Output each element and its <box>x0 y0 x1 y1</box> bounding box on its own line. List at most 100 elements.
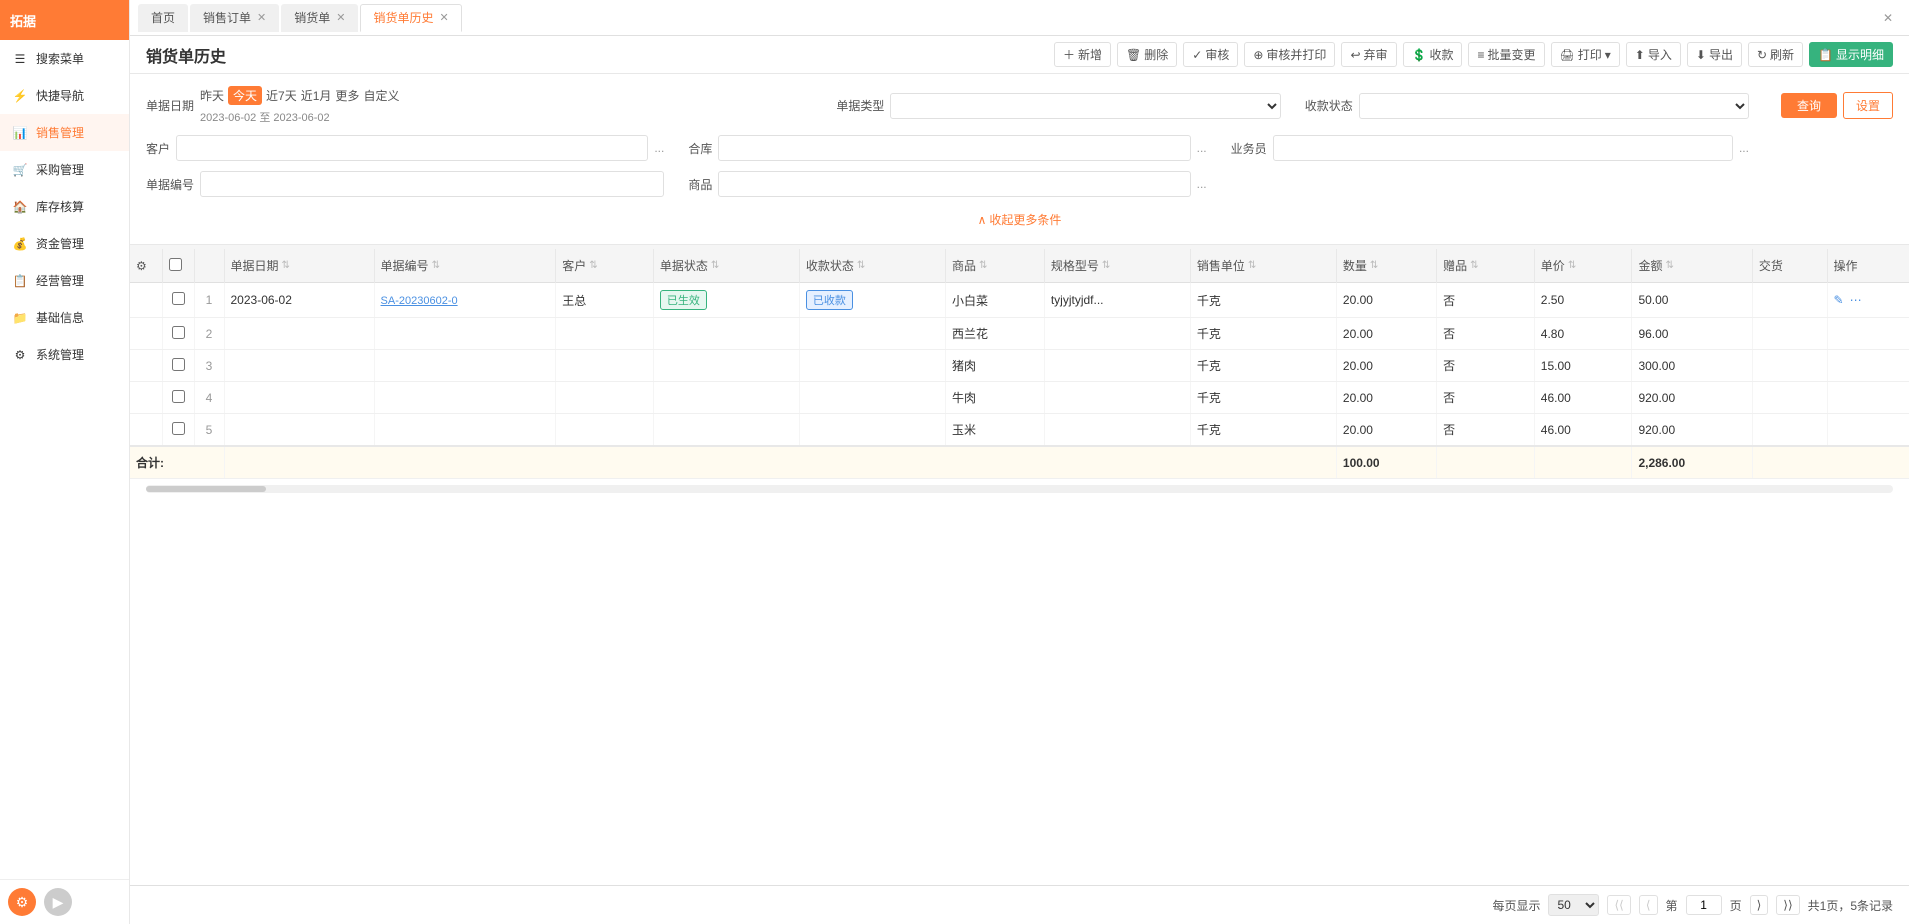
delete-button[interactable]: 🗑 删除 <box>1117 42 1177 67</box>
row-checkbox[interactable] <box>172 358 185 371</box>
date-shortcut-1month[interactable]: 近1月 <box>301 87 332 104</box>
abandon-button[interactable]: ↩ 弃审 <box>1341 42 1396 67</box>
config-icon[interactable]: ⚙ <box>136 259 147 273</box>
tab-sales-history-close[interactable]: ✕ <box>440 11 449 24</box>
tab-sales-order[interactable]: 销售订单 ✕ <box>190 4 279 32</box>
sales-mgmt-icon: 📊 <box>12 125 28 141</box>
set-button[interactable]: 设置 <box>1843 92 1893 119</box>
sidebar-item-search-menu[interactable]: ☰ 搜索菜单 <box>0 40 129 77</box>
row-quantity: 20.00 <box>1336 318 1436 350</box>
row-checkbox[interactable] <box>172 326 185 339</box>
operation-mgmt-icon: 📋 <box>12 273 28 289</box>
col-gift-sort[interactable]: ⇅ <box>1470 260 1478 271</box>
select-all-checkbox[interactable] <box>169 258 182 271</box>
row-trade <box>1752 318 1827 350</box>
collect-button[interactable]: 💲 收款 <box>1403 42 1463 67</box>
sidebar-item-quick-nav[interactable]: ⚡ 快捷导航 <box>0 77 129 114</box>
row-checkbox[interactable] <box>172 292 185 305</box>
filter-goods-input[interactable] <box>718 171 1190 197</box>
date-shortcut-custom[interactable]: 自定义 <box>363 87 399 104</box>
col-goods-sort[interactable]: ⇅ <box>979 260 987 271</box>
query-button[interactable]: 查询 <box>1781 93 1837 118</box>
sidebar-item-operation-mgmt[interactable]: 📋 经营管理 <box>0 262 129 299</box>
col-customer-sort[interactable]: ⇅ <box>589 260 597 271</box>
col-doc-no-sort[interactable]: ⇅ <box>432 260 440 271</box>
page-first-btn[interactable]: ⟨⟨ <box>1607 895 1630 915</box>
filter-docno-input[interactable] <box>200 171 664 197</box>
collect-icon: 💲 <box>1412 48 1427 62</box>
doc-no-link[interactable]: SA-20230602-0 <box>381 295 458 307</box>
filter-goods-ellipsis[interactable]: ... <box>1197 177 1207 191</box>
filter-collapse-label: 收起更多条件 <box>989 211 1061 228</box>
col-quantity-sort[interactable]: ⇅ <box>1370 260 1378 271</box>
sidebar-settings-btn[interactable]: ⚙ <box>8 888 36 916</box>
edit-btn[interactable]: ✎ <box>1834 293 1844 307</box>
page-input[interactable] <box>1686 895 1722 915</box>
page-next-btn[interactable]: ⟩ <box>1750 895 1769 915</box>
tab-home[interactable]: 首页 <box>138 4 188 32</box>
print-button[interactable]: 🖨 打印 ▾ <box>1551 42 1620 67</box>
batch-change-icon: ≡ <box>1477 48 1484 62</box>
date-shortcut-more[interactable]: 更多 <box>335 87 359 104</box>
row-sales-unit: 千克 <box>1190 318 1336 350</box>
col-doc-status-sort[interactable]: ⇅ <box>711 260 719 271</box>
col-doc-no: 单据编号 ⇅ <box>374 249 556 283</box>
row-doc-no <box>374 350 556 382</box>
col-unit-price-sort[interactable]: ⇅ <box>1568 260 1576 271</box>
sidebar-item-purchase-mgmt[interactable]: 🛒 采购管理 <box>0 151 129 188</box>
date-shortcut-7days[interactable]: 近7天 <box>266 87 297 104</box>
filter-collect-status-select[interactable] <box>1359 93 1749 119</box>
horizontal-scrollbar[interactable] <box>146 485 1893 493</box>
row-checkbox[interactable] <box>172 390 185 403</box>
add-button[interactable]: ＋ 新增 <box>1054 42 1111 67</box>
scrollbar-thumb[interactable] <box>146 486 266 492</box>
filter-collect-status-label: 收款状态 <box>1305 97 1353 114</box>
sidebar-item-inventory-calc[interactable]: 🏠 库存核算 <box>0 188 129 225</box>
col-spec-sort[interactable]: ⇅ <box>1102 260 1110 271</box>
more-btn[interactable]: ⋯ <box>1850 293 1862 307</box>
filter-doc-type-select[interactable] <box>890 93 1280 119</box>
show-detail-button[interactable]: 📋 显示明细 <box>1809 42 1893 67</box>
filter-warehouse-input[interactable] <box>718 135 1190 161</box>
filter-warehouse-ellipsis[interactable]: ... <box>1197 141 1207 155</box>
date-shortcut-today[interactable]: 今天 <box>228 86 262 105</box>
page-prev-btn[interactable]: ⟨ <box>1639 895 1658 915</box>
col-config[interactable]: ⚙ <box>130 249 162 283</box>
batch-change-button[interactable]: ≡ 批量变更 <box>1468 42 1544 67</box>
row-checkbox[interactable] <box>172 422 185 435</box>
filter-salesperson-input[interactable] <box>1273 135 1733 161</box>
filter-salesperson-ellipsis[interactable]: ... <box>1739 141 1749 155</box>
col-sales-unit-sort[interactable]: ⇅ <box>1248 260 1256 271</box>
sidebar-item-system-mgmt[interactable]: ⚙ 系统管理 <box>0 336 129 373</box>
audit-print-button[interactable]: ⊕ 审核并打印 <box>1244 42 1335 67</box>
filter-date-range: 2023-06-02 至 2023-06-02 <box>200 109 399 125</box>
per-page-select[interactable]: 50 100 200 <box>1548 894 1599 916</box>
audit-button[interactable]: ✓ 审核 <box>1183 42 1238 67</box>
row-trade <box>1752 382 1827 414</box>
filter-date-block: 昨天 今天 近7天 近1月 更多 自定义 2023-06-02 至 2023-0… <box>200 86 399 125</box>
tab-sales-goods[interactable]: 销货单 ✕ <box>281 4 358 32</box>
sidebar-toggle-btn[interactable]: ▶ <box>44 888 72 916</box>
col-amount-sort[interactable]: ⇅ <box>1665 260 1673 271</box>
refresh-button[interactable]: ↻ 刷新 <box>1748 42 1803 67</box>
date-shortcut-yesterday[interactable]: 昨天 <box>200 87 224 104</box>
tab-sales-goods-close[interactable]: ✕ <box>336 11 345 24</box>
page-last-btn[interactable]: ⟩⟩ <box>1776 895 1799 915</box>
import-button[interactable]: ⬆ 导入 <box>1626 42 1681 67</box>
filter-customer-input[interactable] <box>176 135 648 161</box>
row-action <box>1827 382 1909 414</box>
col-collect-status-sort[interactable]: ⇅ <box>857 260 865 271</box>
sidebar-item-sales-mgmt[interactable]: 📊 销售管理 <box>0 114 129 151</box>
row-gift: 否 <box>1437 283 1535 318</box>
tab-sales-history[interactable]: 销货单历史 ✕ <box>360 4 461 32</box>
filter-collapse-btn[interactable]: ∧ 收起更多条件 <box>146 207 1893 232</box>
row-doc-date: 2023-06-02 <box>224 283 374 318</box>
sidebar-item-basic-info[interactable]: 📁 基础信息 <box>0 299 129 336</box>
filter-customer-ellipsis[interactable]: ... <box>654 141 664 155</box>
tab-sales-order-close[interactable]: ✕ <box>257 11 266 24</box>
export-button[interactable]: ⬇ 导出 <box>1687 42 1742 67</box>
tabs-close-all-btn[interactable]: ✕ <box>1875 11 1901 25</box>
inventory-calc-icon: 🏠 <box>12 199 28 215</box>
col-doc-date-sort[interactable]: ⇅ <box>282 260 290 271</box>
sidebar-item-finance-mgmt[interactable]: 💰 资金管理 <box>0 225 129 262</box>
